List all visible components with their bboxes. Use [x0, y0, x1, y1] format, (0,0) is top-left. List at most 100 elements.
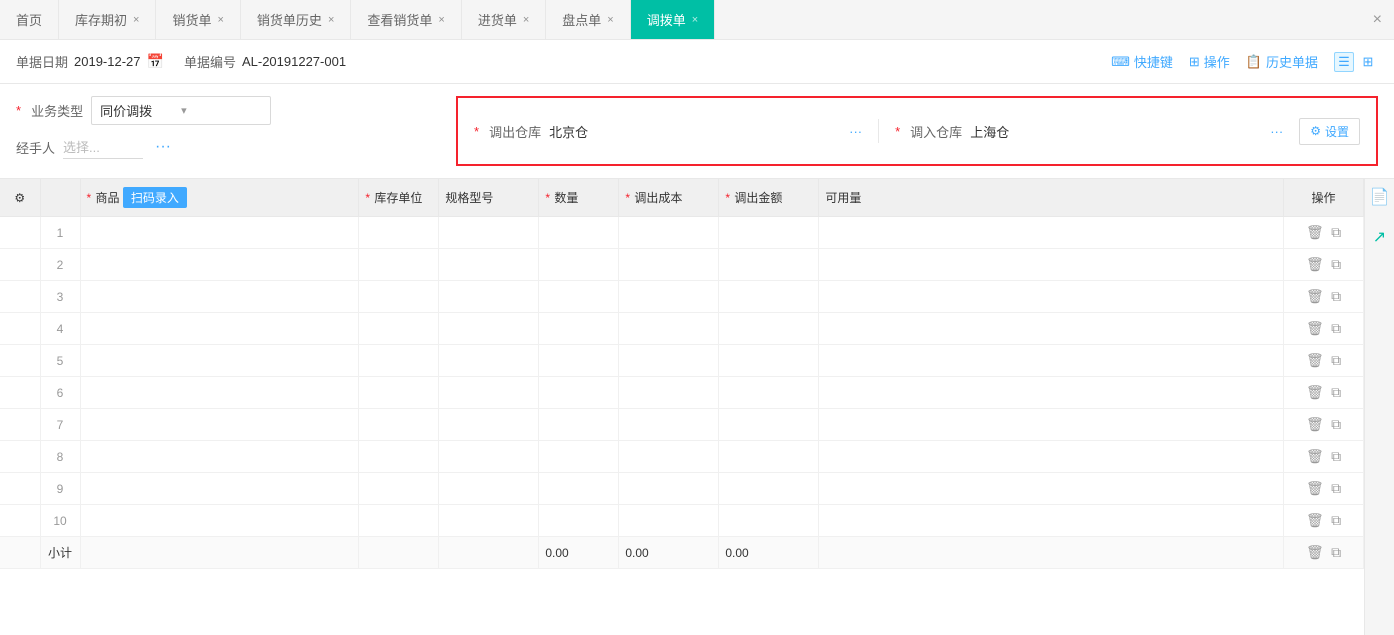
row-avail-cell[interactable]	[819, 345, 1284, 377]
scan-btn[interactable]: 扫码录入	[123, 187, 187, 208]
settings-button[interactable]: ⚙ 设置	[1299, 118, 1360, 145]
row-amount-cell[interactable]	[719, 345, 819, 377]
row-spec-cell[interactable]	[439, 249, 539, 281]
row-spec-cell[interactable]	[439, 505, 539, 537]
row-cost-cell[interactable]	[619, 473, 719, 505]
tab-sales-order-close[interactable]: ×	[217, 14, 223, 26]
tab-inventory-check-close[interactable]: ×	[607, 14, 613, 26]
row-unit-cell[interactable]	[359, 473, 439, 505]
tab-inventory-init-close[interactable]: ×	[133, 14, 139, 26]
quick-keys-button[interactable]: ⌨ 快捷键	[1111, 52, 1173, 71]
row-spec-cell[interactable]	[439, 217, 539, 249]
row-copy-icon[interactable]: ⧉	[1331, 352, 1341, 368]
transfer-in-dots-button[interactable]: ···	[1270, 124, 1283, 139]
tab-home[interactable]: 首页	[0, 0, 59, 39]
row-amount-cell[interactable]	[719, 441, 819, 473]
row-qty-cell[interactable]	[539, 441, 619, 473]
tab-view-sales-close[interactable]: ×	[438, 14, 444, 26]
row-unit-cell[interactable]	[359, 313, 439, 345]
history-orders-button[interactable]: 📋 历史单据	[1246, 52, 1318, 71]
row-amount-cell[interactable]	[719, 473, 819, 505]
row-cost-cell[interactable]	[619, 281, 719, 313]
row-cost-cell[interactable]	[619, 409, 719, 441]
row-unit-cell[interactable]	[359, 441, 439, 473]
row-unit-cell[interactable]	[359, 377, 439, 409]
row-amount-cell[interactable]	[719, 313, 819, 345]
row-cost-cell[interactable]	[619, 313, 719, 345]
row-amount-cell[interactable]	[719, 217, 819, 249]
row-avail-cell[interactable]	[819, 217, 1284, 249]
layout-grid-icon[interactable]: ⊞	[1358, 52, 1378, 72]
subtotal-delete-icon[interactable]: 🗑	[1306, 544, 1324, 560]
row-avail-cell[interactable]	[819, 441, 1284, 473]
row-qty-cell[interactable]	[539, 409, 619, 441]
row-cost-cell[interactable]	[619, 249, 719, 281]
tab-view-sales[interactable]: 查看销货单 ×	[351, 0, 461, 39]
row-cost-cell[interactable]	[619, 505, 719, 537]
row-delete-icon[interactable]: 🗑	[1306, 256, 1324, 272]
row-qty-cell[interactable]	[539, 249, 619, 281]
row-copy-icon[interactable]: ⧉	[1331, 448, 1341, 464]
tab-purchase-order-close[interactable]: ×	[523, 14, 529, 26]
row-spec-cell[interactable]	[439, 281, 539, 313]
row-amount-cell[interactable]	[719, 505, 819, 537]
row-product-cell[interactable]	[80, 281, 359, 313]
row-copy-icon[interactable]: ⧉	[1331, 512, 1341, 528]
tab-sales-history[interactable]: 销货单历史 ×	[241, 0, 351, 39]
row-unit-cell[interactable]	[359, 345, 439, 377]
row-product-cell[interactable]	[80, 313, 359, 345]
transfer-out-dots-button[interactable]: ···	[849, 124, 862, 139]
row-unit-cell[interactable]	[359, 281, 439, 313]
row-amount-cell[interactable]	[719, 249, 819, 281]
row-copy-icon[interactable]: ⧉	[1331, 416, 1341, 432]
tab-inventory-init[interactable]: 库存期初 ×	[59, 0, 156, 39]
calendar-icon[interactable]: 📅	[147, 53, 164, 70]
row-delete-icon[interactable]: 🗑	[1306, 320, 1324, 336]
row-delete-icon[interactable]: 🗑	[1306, 416, 1324, 432]
row-product-cell[interactable]	[80, 409, 359, 441]
row-delete-icon[interactable]: 🗑	[1306, 480, 1324, 496]
row-product-cell[interactable]	[80, 505, 359, 537]
row-unit-cell[interactable]	[359, 249, 439, 281]
tab-purchase-order[interactable]: 进货单 ×	[462, 0, 546, 39]
row-spec-cell[interactable]	[439, 377, 539, 409]
row-copy-icon[interactable]: ⧉	[1331, 224, 1341, 240]
row-amount-cell[interactable]	[719, 281, 819, 313]
col-gear-header[interactable]: ⚙	[0, 179, 40, 217]
row-product-cell[interactable]	[80, 217, 359, 249]
row-product-cell[interactable]	[80, 345, 359, 377]
row-delete-icon[interactable]: 🗑	[1306, 512, 1324, 528]
row-spec-cell[interactable]	[439, 473, 539, 505]
tab-transfer-order-close[interactable]: ×	[692, 14, 698, 26]
row-delete-icon[interactable]: 🗑	[1306, 288, 1324, 304]
row-spec-cell[interactable]	[439, 313, 539, 345]
row-avail-cell[interactable]	[819, 281, 1284, 313]
row-product-cell[interactable]	[80, 377, 359, 409]
row-qty-cell[interactable]	[539, 217, 619, 249]
row-amount-cell[interactable]	[719, 377, 819, 409]
row-copy-icon[interactable]: ⧉	[1331, 384, 1341, 400]
row-qty-cell[interactable]	[539, 473, 619, 505]
tab-transfer-order[interactable]: 调拨单 ×	[631, 0, 715, 39]
row-product-cell[interactable]	[80, 249, 359, 281]
person-dots-button[interactable]: ···	[155, 138, 171, 156]
tab-sales-history-close[interactable]: ×	[328, 14, 334, 26]
row-copy-icon[interactable]: ⧉	[1331, 480, 1341, 496]
layout-list-icon[interactable]: ☰	[1334, 52, 1354, 72]
sidebar-doc-icon[interactable]: 📄	[1370, 187, 1390, 207]
subtotal-copy-icon[interactable]: ⧉	[1331, 544, 1341, 560]
row-copy-icon[interactable]: ⧉	[1331, 288, 1341, 304]
operations-button[interactable]: ⊞ 操作	[1189, 52, 1230, 71]
row-spec-cell[interactable]	[439, 409, 539, 441]
sidebar-export-icon[interactable]: ↗	[1373, 227, 1386, 247]
row-qty-cell[interactable]	[539, 313, 619, 345]
person-select[interactable]: 选择...	[63, 135, 143, 159]
row-qty-cell[interactable]	[539, 281, 619, 313]
row-spec-cell[interactable]	[439, 345, 539, 377]
tab-inventory-check[interactable]: 盘点单 ×	[546, 0, 630, 39]
row-qty-cell[interactable]	[539, 377, 619, 409]
row-product-cell[interactable]	[80, 441, 359, 473]
row-spec-cell[interactable]	[439, 441, 539, 473]
row-avail-cell[interactable]	[819, 409, 1284, 441]
row-cost-cell[interactable]	[619, 377, 719, 409]
